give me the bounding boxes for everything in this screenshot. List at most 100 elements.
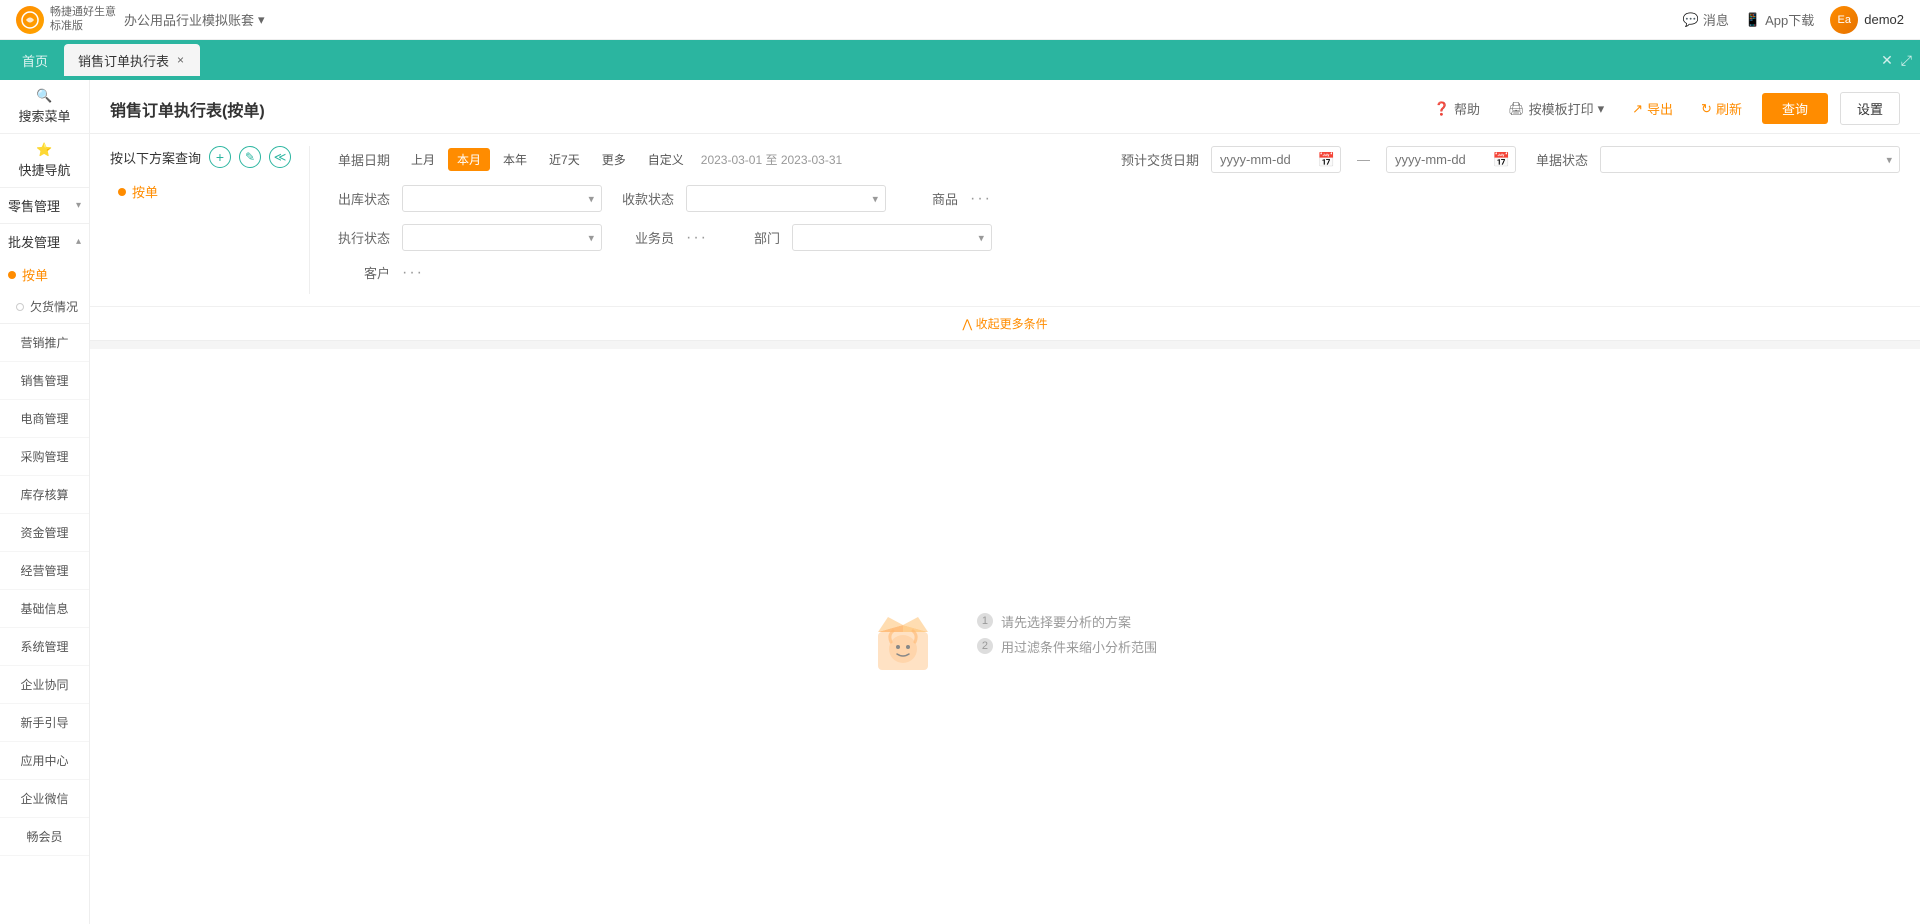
- avatar: Ea: [1830, 6, 1858, 34]
- header-right: 💬 消息 📱 App下载 Ea demo2: [1683, 6, 1904, 34]
- logo-text: 畅捷通好生意 标准版: [50, 6, 116, 32]
- filter-row-1: 单据日期 上月 本月 本年 近7天 更多 自定义 2023-03-01 至 20…: [330, 146, 1900, 173]
- sidebar-sub-item-debt[interactable]: 欠货情况: [0, 290, 89, 323]
- exec-status-label: 执行状态: [330, 228, 390, 247]
- sidebar-quick-nav[interactable]: ⭐ 快捷导航: [0, 134, 89, 188]
- dot-icon: [16, 303, 24, 311]
- add-scheme-button[interactable]: +: [209, 146, 231, 168]
- status-select-wrap: [1600, 146, 1900, 173]
- top-header: 畅捷通好生意 标准版 办公用品行业模拟账套 ▾ 💬 消息 📱 App下载 Ea …: [0, 0, 1920, 40]
- date-tab-custom[interactable]: 自定义: [639, 148, 693, 171]
- logo-area: 畅捷通好生意 标准版: [16, 6, 116, 34]
- empty-svg: [853, 587, 953, 687]
- user-name: demo2: [1864, 12, 1904, 27]
- date-tab-more[interactable]: 更多: [593, 148, 635, 171]
- sidebar-item-purchase[interactable]: 采购管理: [0, 438, 89, 476]
- exec-status-select[interactable]: [402, 224, 602, 251]
- out-status-select[interactable]: [402, 185, 602, 212]
- sidebar-item-appstore[interactable]: 应用中心: [0, 742, 89, 780]
- sidebar-item-finance[interactable]: 资金管理: [0, 514, 89, 552]
- settings-button[interactable]: 设置: [1840, 92, 1900, 125]
- export-icon: ↗: [1632, 101, 1643, 117]
- empty-content: 1 请先选择要分析的方案 2 用过滤条件来缩小分析范围: [853, 587, 1157, 687]
- sidebar-item-basics[interactable]: 基础信息: [0, 590, 89, 628]
- sidebar-item-operations[interactable]: 经营管理: [0, 552, 89, 590]
- salesman-picker-button[interactable]: ···: [686, 229, 708, 247]
- filter-row-3: 执行状态 业务员 ··· 部门: [330, 224, 1900, 251]
- goods-picker-button[interactable]: ···: [970, 190, 992, 208]
- query-button[interactable]: 查询: [1762, 93, 1828, 124]
- message-icon: 💬: [1683, 12, 1699, 28]
- date-tab-last7[interactable]: 近7天: [540, 148, 589, 171]
- expected-date-label: 预计交货日期: [1121, 150, 1199, 169]
- filter-row-4: 客户 ···: [330, 263, 1900, 282]
- salesman-label: 业务员: [614, 228, 674, 247]
- date-tab-this-year[interactable]: 本年: [494, 148, 536, 171]
- sidebar-item-ecommerce[interactable]: 电商管理: [0, 400, 89, 438]
- refresh-button[interactable]: ↻ 刷新: [1693, 95, 1750, 122]
- customer-picker-button[interactable]: ···: [402, 264, 424, 282]
- sidebar-item-wechat[interactable]: 企业微信: [0, 780, 89, 818]
- sidebar-item-sales[interactable]: 销售管理: [0, 362, 89, 400]
- status-select[interactable]: [1600, 146, 1900, 173]
- tab-home[interactable]: 首页: [8, 44, 62, 76]
- active-dot-icon: [8, 271, 16, 279]
- sidebar-wholesale-section: 批发管理 ▴ 按单 欠货情况: [0, 224, 89, 324]
- filter-row-2: 出库状态 收款状态 商品 ···: [330, 185, 1900, 212]
- tab-window-close-icon[interactable]: ✕: [1881, 52, 1893, 69]
- sidebar-item-retail[interactable]: 零售管理 ▾: [0, 188, 89, 223]
- sidebar-item-member[interactable]: 畅会员: [0, 818, 89, 856]
- filter-scheme-title: 按以下方案查询 + ✎ ≪: [110, 146, 297, 168]
- tab-close-icon[interactable]: ×: [175, 53, 186, 67]
- date-dash: —: [1357, 152, 1370, 167]
- dept-select[interactable]: [792, 224, 992, 251]
- sidebar-item-system[interactable]: 系统管理: [0, 628, 89, 666]
- expected-date-end-wrap: 📅: [1386, 146, 1516, 173]
- exec-status-select-wrap: [402, 224, 602, 251]
- status-label: 单据状态: [1528, 150, 1588, 169]
- sidebar-item-newuser[interactable]: 新手引导: [0, 704, 89, 742]
- collapse-bar[interactable]: ⋀ 收起更多条件: [90, 306, 1920, 340]
- user-area[interactable]: Ea demo2: [1830, 6, 1904, 34]
- sidebar-item-enterprise[interactable]: 企业协同: [0, 666, 89, 704]
- sidebar-search-menu[interactable]: 🔍 搜索菜单: [0, 80, 89, 134]
- date-tab-last-month[interactable]: 上月: [402, 148, 444, 171]
- sidebar-item-marketing[interactable]: 营销推广: [0, 324, 89, 362]
- message-action[interactable]: 💬 消息: [1683, 10, 1729, 29]
- page-header: 销售订单执行表(按单) ❓ 帮助 🖨 按模板打印 ▾ ↗ 导出 ↻ 刷新: [90, 80, 1920, 134]
- tab-active[interactable]: 销售订单执行表 ×: [64, 44, 200, 76]
- expected-date-start-input[interactable]: [1211, 146, 1341, 173]
- filter-panel: 按以下方案查询 + ✎ ≪ 按单 单据日期: [90, 134, 1920, 341]
- main-layout: 🔍 搜索菜单 ⭐ 快捷导航 零售管理 ▾ 批发管理 ▴ 按单 欠货情: [0, 80, 1920, 924]
- page-title: 销售订单执行表(按单): [110, 97, 265, 121]
- empty-hint-1: 1 请先选择要分析的方案: [977, 612, 1157, 631]
- search-icon: 🔍: [36, 88, 52, 104]
- expected-date-end-input[interactable]: [1386, 146, 1516, 173]
- scheme-item-press[interactable]: 按单: [110, 176, 297, 207]
- sidebar-sub-item-press[interactable]: 按单: [0, 259, 89, 290]
- header-nav-title[interactable]: 办公用品行业模拟账套 ▾: [124, 10, 265, 29]
- header-left: 畅捷通好生意 标准版 办公用品行业模拟账套 ▾: [16, 6, 265, 34]
- help-button[interactable]: ❓ 帮助: [1426, 95, 1488, 122]
- template-print-button[interactable]: 🖨 按模板打印 ▾: [1500, 95, 1612, 122]
- collapse-scheme-button[interactable]: ≪: [269, 146, 291, 168]
- goods-label: 商品: [898, 189, 958, 208]
- empty-state: 1 请先选择要分析的方案 2 用过滤条件来缩小分析范围: [90, 349, 1920, 924]
- empty-illustration: [853, 587, 953, 687]
- collapse-icon: ⋀: [962, 317, 975, 331]
- app-download-action[interactable]: 📱 App下载: [1745, 10, 1814, 29]
- collect-status-select[interactable]: [686, 185, 886, 212]
- edit-scheme-button[interactable]: ✎: [239, 146, 261, 168]
- tab-window-expand-icon[interactable]: ⤢: [1901, 52, 1912, 69]
- sidebar-item-inventory[interactable]: 库存核算: [0, 476, 89, 514]
- date-tab-this-month[interactable]: 本月: [448, 148, 490, 171]
- export-button[interactable]: ↗ 导出: [1624, 95, 1681, 122]
- sidebar-item-wholesale[interactable]: 批发管理 ▴: [0, 224, 89, 259]
- out-status-label: 出库状态: [330, 189, 390, 208]
- date-filter-group: 上月 本月 本年 近7天 更多 自定义 2023-03-01 至 2023-03…: [402, 148, 1109, 171]
- filter-fields: 单据日期 上月 本月 本年 近7天 更多 自定义 2023-03-01 至 20…: [310, 146, 1900, 294]
- date-range-display: 2023-03-01 至 2023-03-31: [701, 151, 842, 168]
- hint-num-2: 2: [977, 638, 993, 654]
- help-icon: ❓: [1434, 101, 1450, 117]
- print-arrow-icon: ▾: [1598, 101, 1605, 117]
